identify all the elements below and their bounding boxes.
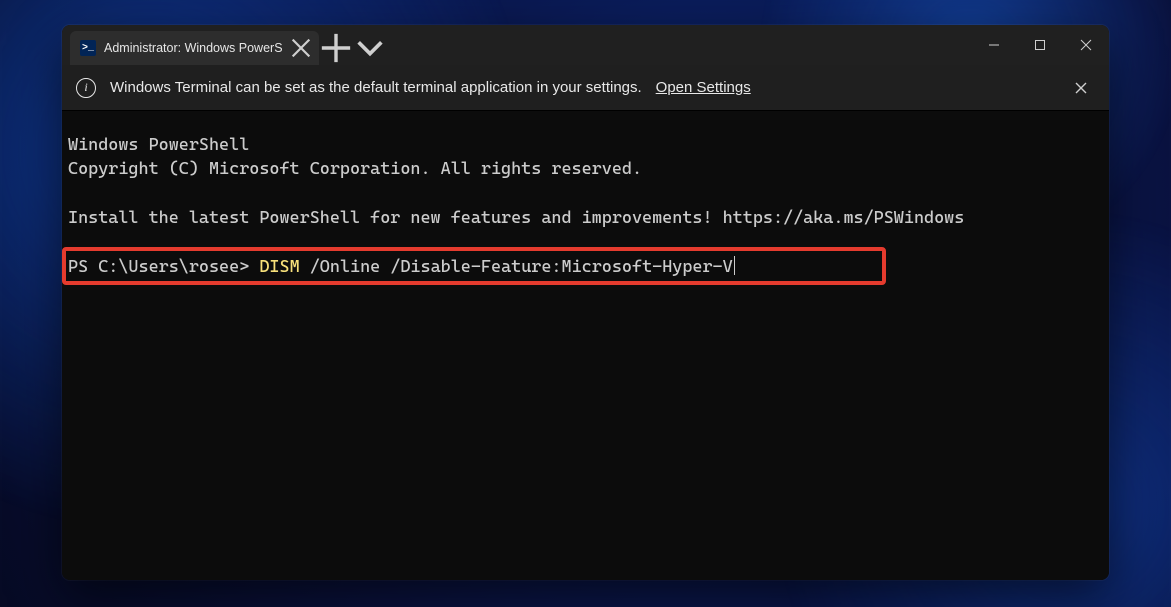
terminal-line: Windows PowerShell — [68, 133, 1103, 157]
terminal-body[interactable]: Windows PowerShell Copyright (C) Microso… — [62, 111, 1109, 580]
tabstrip: >_ Administrator: Windows PowerS — [62, 25, 387, 65]
command-args: /Online /Disable-Feature:Microsoft-Hyper… — [300, 257, 733, 277]
prompt-text: PS C:\Users\rosee> — [68, 257, 259, 277]
default-terminal-infobar: i Windows Terminal can be set as the def… — [62, 65, 1109, 111]
new-tab-button[interactable] — [319, 31, 353, 65]
command-text: DISM — [259, 257, 299, 277]
powershell-icon: >_ — [80, 40, 96, 56]
info-icon: i — [76, 78, 96, 98]
maximize-button[interactable] — [1017, 25, 1063, 65]
tab-dropdown-button[interactable] — [353, 31, 387, 65]
tab-title: Administrator: Windows PowerS — [104, 41, 283, 55]
terminal-line — [68, 231, 1103, 255]
open-settings-link[interactable]: Open Settings — [656, 79, 751, 96]
terminal-window: >_ Administrator: Windows PowerS — [62, 25, 1109, 580]
terminal-line: Copyright (C) Microsoft Corporation. All… — [68, 157, 1103, 181]
terminal-line — [68, 182, 1103, 206]
terminal-line: Install the latest PowerShell for new fe… — [68, 206, 1103, 230]
tab-powershell[interactable]: >_ Administrator: Windows PowerS — [70, 31, 319, 65]
minimize-button[interactable] — [971, 25, 1017, 65]
text-cursor — [734, 256, 736, 275]
close-tab-button[interactable] — [291, 38, 311, 58]
terminal-prompt-line: PS C:\Users\rosee> DISM /Online /Disable… — [68, 255, 1103, 279]
titlebar[interactable]: >_ Administrator: Windows PowerS — [62, 25, 1109, 65]
infobar-message: Windows Terminal can be set as the defau… — [110, 79, 642, 96]
close-window-button[interactable] — [1063, 25, 1109, 65]
infobar-close-button[interactable] — [1067, 74, 1095, 102]
window-controls — [971, 25, 1109, 65]
